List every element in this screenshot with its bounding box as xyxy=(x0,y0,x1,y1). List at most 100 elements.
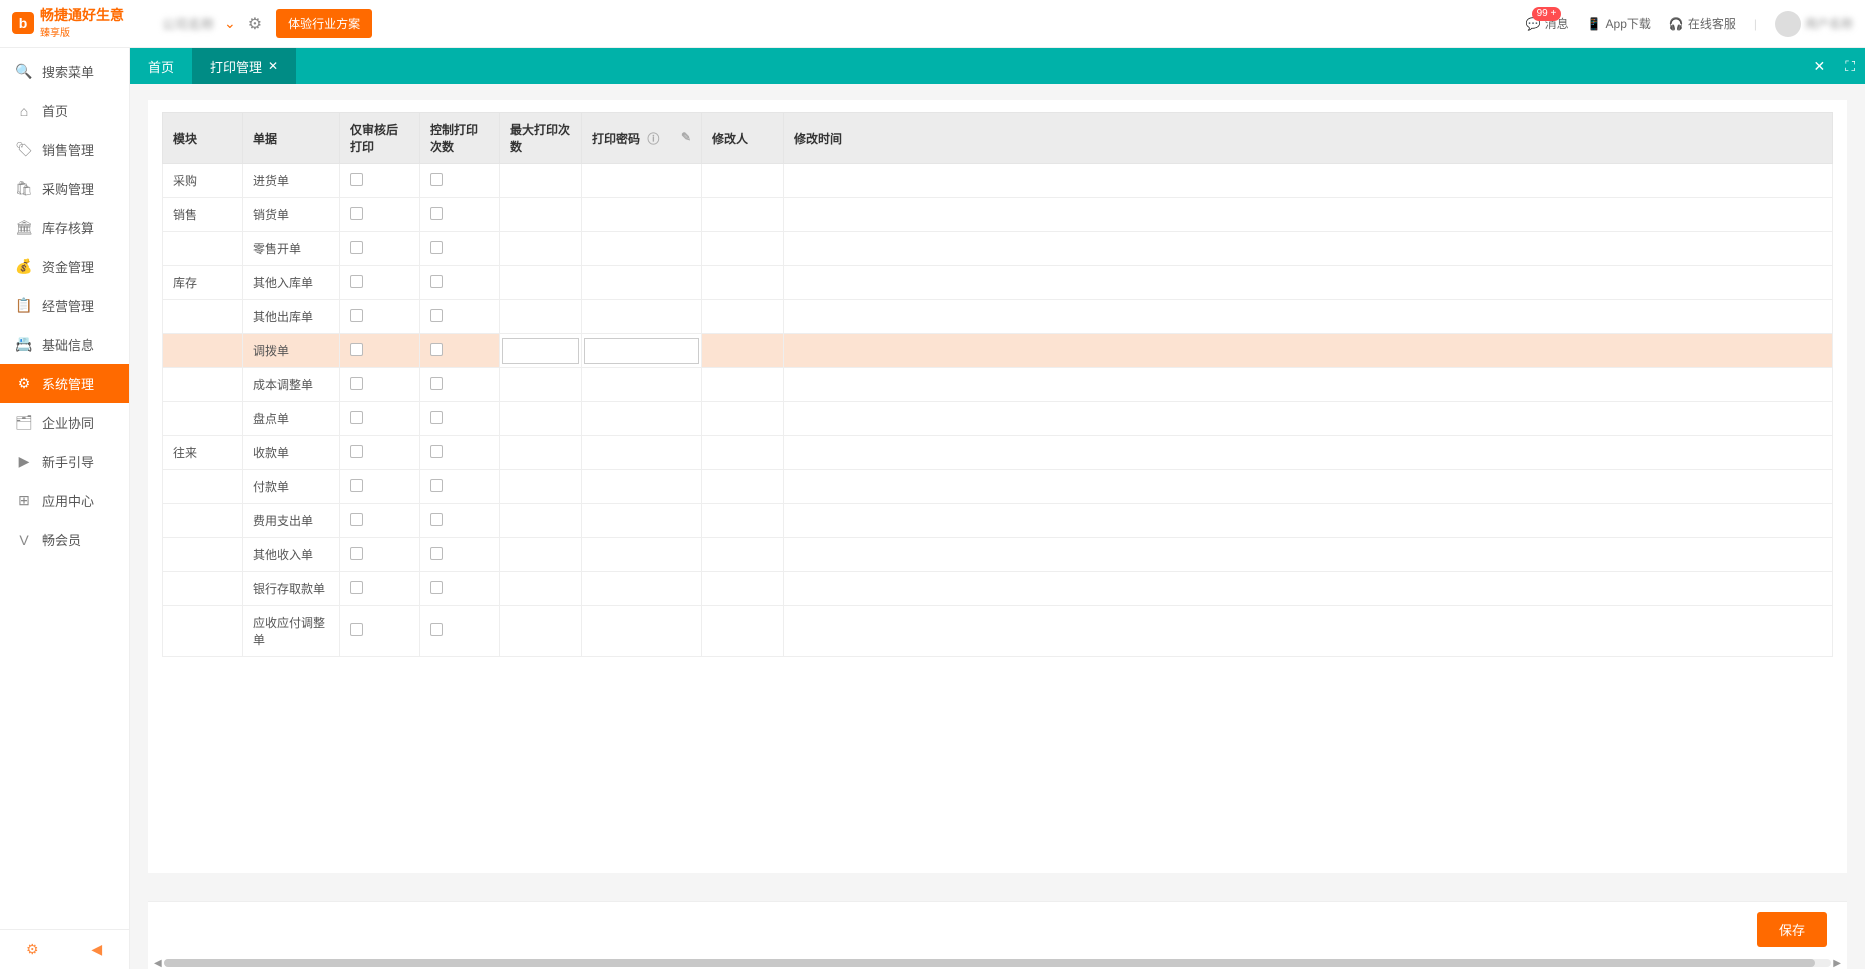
cell-max-count xyxy=(500,572,582,606)
checkbox-audit[interactable] xyxy=(350,309,363,322)
close-all-tabs-icon[interactable]: ✕ xyxy=(1803,58,1835,75)
sidebar-item-11[interactable]: ⊞ 应用中心 xyxy=(0,481,129,520)
chevron-down-icon[interactable]: ⌄ xyxy=(224,15,236,32)
checkbox-audit[interactable] xyxy=(350,275,363,288)
sidebar-item-8[interactable]: ⚙系统管理 xyxy=(0,364,129,403)
sidebar-item-6[interactable]: 📋经营管理 xyxy=(0,286,129,325)
cell-password xyxy=(582,470,702,504)
help-icon[interactable]: ⓘ xyxy=(647,132,659,146)
sidebar-icon: 💰 xyxy=(16,259,32,275)
cell-modifier xyxy=(702,572,784,606)
checkbox-ctrl[interactable] xyxy=(430,173,443,186)
edit-icon[interactable]: ✎ xyxy=(681,130,691,144)
sidebar-icon: ⊞ xyxy=(16,493,32,509)
table-row: 其他收入单 xyxy=(163,538,1833,572)
horizontal-scrollbar[interactable]: ◀ ▶ xyxy=(148,957,1847,969)
max-count-input[interactable] xyxy=(502,338,579,364)
scroll-right-icon[interactable]: ▶ xyxy=(1831,958,1843,969)
checkbox-ctrl[interactable] xyxy=(430,275,443,288)
gear-icon[interactable]: ⚙ xyxy=(248,14,262,34)
cell-module: 库存 xyxy=(163,266,243,300)
try-industry-button[interactable]: 体验行业方案 xyxy=(276,9,372,38)
checkbox-ctrl[interactable] xyxy=(430,343,443,356)
checkbox-ctrl[interactable] xyxy=(430,623,443,636)
sidebar-item-12[interactable]: V畅会员 xyxy=(0,520,129,559)
cell-max-count xyxy=(500,470,582,504)
checkbox-audit[interactable] xyxy=(350,513,363,526)
checkbox-audit[interactable] xyxy=(350,241,363,254)
table-row: 成本调整单 xyxy=(163,368,1833,402)
cell-audit-only xyxy=(340,368,420,402)
table-row: 销售销货单 xyxy=(163,198,1833,232)
cell-modify-time xyxy=(784,572,1833,606)
sidebar-item-1[interactable]: ⌂首页 xyxy=(0,91,129,130)
messages-button[interactable]: 💬 99 + 消息 xyxy=(1526,15,1569,32)
company-selector[interactable]: 公司名称 xyxy=(162,14,214,33)
sidebar-item-4[interactable]: 🏛库存核算 xyxy=(0,208,129,247)
cell-password xyxy=(582,572,702,606)
checkbox-ctrl[interactable] xyxy=(430,241,443,254)
tab-0[interactable]: 首页 xyxy=(130,48,192,84)
fullscreen-icon[interactable]: ⛶ xyxy=(1835,58,1865,75)
tabs-bar: 首页打印管理✕ ✕ ⛶ xyxy=(130,48,1865,84)
tab-1[interactable]: 打印管理✕ xyxy=(192,48,296,84)
sidebar-item-0[interactable]: 🔍搜索菜单 xyxy=(0,52,129,91)
checkbox-audit[interactable] xyxy=(350,207,363,220)
checkbox-audit[interactable] xyxy=(350,173,363,186)
sidebar-icon: ⚙ xyxy=(16,376,32,392)
checkbox-audit[interactable] xyxy=(350,479,363,492)
table-row: 采购进货单 xyxy=(163,164,1833,198)
checkbox-ctrl[interactable] xyxy=(430,513,443,526)
sidebar-item-5[interactable]: 💰资金管理 xyxy=(0,247,129,286)
cell-max-count xyxy=(500,368,582,402)
customer-service-label: 在线客服 xyxy=(1688,15,1736,32)
cell-doc: 其他入库单 xyxy=(243,266,340,300)
sidebar-item-7[interactable]: 📇基础信息 xyxy=(0,325,129,364)
cell-module xyxy=(163,538,243,572)
checkbox-ctrl[interactable] xyxy=(430,445,443,458)
app-download-button[interactable]: 📱 App下载 xyxy=(1587,15,1651,32)
customer-service-button[interactable]: 🎧 在线客服 xyxy=(1669,15,1736,32)
checkbox-audit[interactable] xyxy=(350,445,363,458)
checkbox-audit[interactable] xyxy=(350,343,363,356)
cell-module xyxy=(163,232,243,266)
cell-doc: 盘点单 xyxy=(243,402,340,436)
checkbox-ctrl[interactable] xyxy=(430,547,443,560)
cell-password xyxy=(582,504,702,538)
checkbox-ctrl[interactable] xyxy=(430,479,443,492)
sidebar-item-label: 应用中心 xyxy=(42,491,94,510)
sidebar-icon: 🔍 xyxy=(16,64,32,80)
sidebar-item-10[interactable]: ▶新手引导 xyxy=(0,442,129,481)
checkbox-ctrl[interactable] xyxy=(430,309,443,322)
password-input[interactable] xyxy=(584,338,699,364)
cell-password xyxy=(582,538,702,572)
cell-module xyxy=(163,572,243,606)
checkbox-ctrl[interactable] xyxy=(430,411,443,424)
checkbox-audit[interactable] xyxy=(350,411,363,424)
cell-audit-only xyxy=(340,436,420,470)
cell-max-count xyxy=(500,266,582,300)
checkbox-ctrl[interactable] xyxy=(430,581,443,594)
cell-doc: 应收应付调整单 xyxy=(243,606,340,657)
sidebar-item-3[interactable]: 🛍采购管理 xyxy=(0,169,129,208)
sidebar-collapse-icon[interactable]: ◀ xyxy=(65,930,130,969)
cell-modify-time xyxy=(784,402,1833,436)
checkbox-audit[interactable] xyxy=(350,623,363,636)
tab-close-icon[interactable]: ✕ xyxy=(268,59,278,73)
cell-doc: 销货单 xyxy=(243,198,340,232)
save-button[interactable]: 保存 xyxy=(1757,912,1827,947)
sidebar-item-2[interactable]: 🏷销售管理 xyxy=(0,130,129,169)
checkbox-audit[interactable] xyxy=(350,581,363,594)
user-menu[interactable]: 用户名称 xyxy=(1775,11,1853,37)
checkbox-ctrl[interactable] xyxy=(430,207,443,220)
checkbox-audit[interactable] xyxy=(350,377,363,390)
sidebar-icon: ⌂ xyxy=(16,103,32,119)
sidebar-item-9[interactable]: 🗂企业协同 xyxy=(0,403,129,442)
scroll-left-icon[interactable]: ◀ xyxy=(152,958,164,969)
sidebar-settings-icon[interactable]: ⚙ xyxy=(0,930,65,969)
checkbox-audit[interactable] xyxy=(350,547,363,560)
logo[interactable]: b 畅捷通好生意 臻享版 xyxy=(12,8,142,38)
footer-bar: 保存 xyxy=(148,901,1847,957)
cell-password xyxy=(582,368,702,402)
checkbox-ctrl[interactable] xyxy=(430,377,443,390)
